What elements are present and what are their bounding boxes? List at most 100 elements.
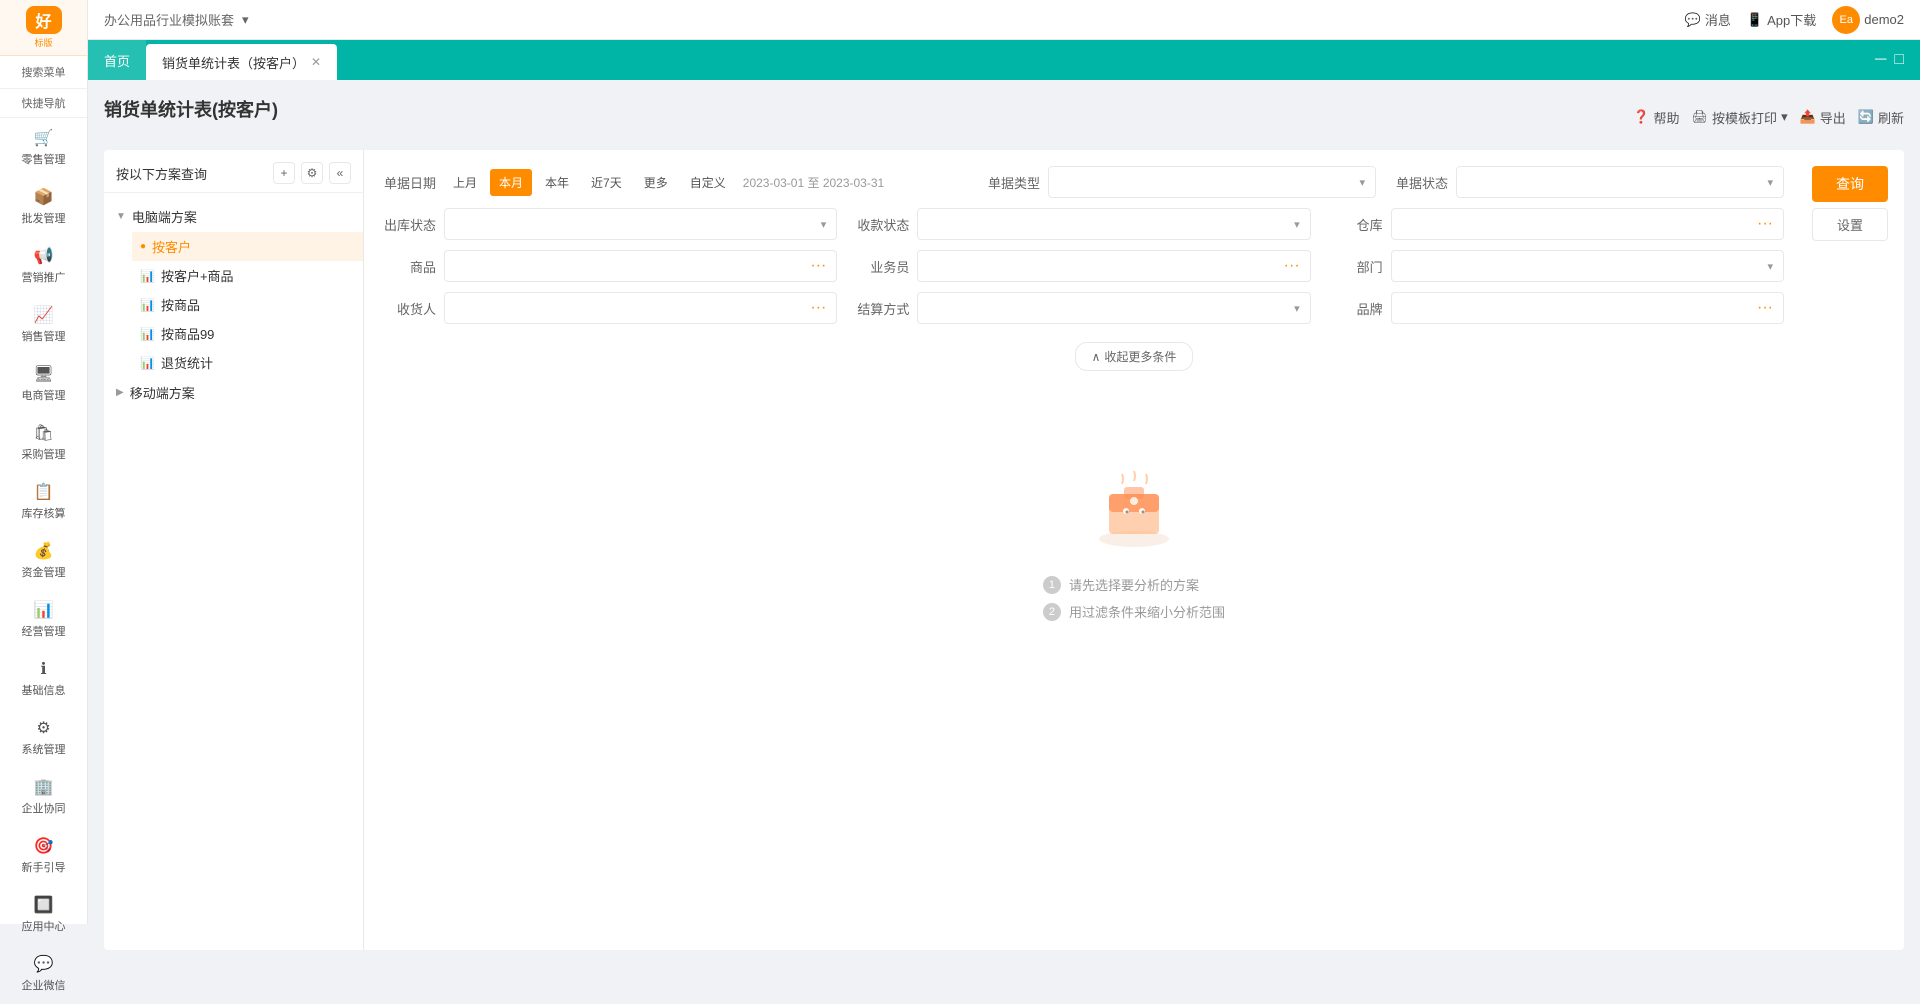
date-controls: 上月 本月 本年 近7天 更多 自定义 2023-03-01 至 2023-03… [444,169,968,196]
help-btn[interactable]: ❓ 帮助 [1633,108,1679,127]
tree-node-desktop[interactable]: ▼ 电脑端方案 [104,201,363,232]
department-select[interactable]: ▾ [1391,250,1784,282]
sidebar-item-finance[interactable]: 💰资金管理 [18,531,70,590]
filters-container: 单据日期 上月 本月 本年 近7天 更多 自定义 2023-03-01 至 20… [380,166,1784,334]
purchase-label: 采购管理 [22,446,66,462]
export-icon: 📤 [1800,109,1816,125]
logo-icon: 好 [26,6,62,34]
scheme-by-goods-99[interactable]: 📊 按商品99 [132,319,363,348]
warehouse-select[interactable]: ··· [1391,208,1784,240]
sidebar-item-enterprise[interactable]: 🏢企业协同 [18,767,70,826]
scheme-by-goods[interactable]: 📊 按商品 [132,290,363,319]
ecommerce-label: 电商管理 [22,387,66,403]
marketing-icon: 📢 [34,246,54,266]
brand-ellipsis[interactable]: ··· [1757,299,1773,317]
tabbar: 首页 销货单统计表（按客户） ✕ ─ □ [88,40,1920,80]
tab-sales-stat[interactable]: 销货单统计表（按客户） ✕ [146,44,337,80]
app-download-label: App下载 [1767,10,1816,29]
header-right: 💬 消息 📱 App下载 Ea demo2 [1685,6,1904,34]
scheme-by-customer[interactable]: ● 按客户 [132,232,363,261]
system-icon: ⚙ [36,718,50,738]
add-scheme-btn[interactable]: + [273,162,295,184]
sidebar-item-inventory[interactable]: 📋库存核算 [18,472,70,531]
user-menu[interactable]: Ea demo2 [1832,6,1904,34]
salesperson-select[interactable]: ··· [917,250,1310,282]
sidebar-item-sales[interactable]: 📈销售管理 [18,295,70,354]
doc-type-select[interactable]: ▾ [1048,166,1376,198]
sidebar-item-wholesale[interactable]: 📦批发管理 [18,177,70,236]
date-btn-last-month[interactable]: 上月 [444,169,486,196]
scheme-by-customer-label: 按客户 [152,237,191,256]
salesperson-ellipsis[interactable]: ··· [1284,257,1300,275]
basic-icon: ℹ [40,659,46,679]
tab-home[interactable]: 首页 [88,40,146,80]
goods-select[interactable]: ··· [444,250,837,282]
minimize-btn[interactable]: ─ [1875,51,1886,69]
refresh-label: 刷新 [1878,108,1904,127]
edit-scheme-btn[interactable]: ⚙ [301,162,323,184]
quick-nav[interactable]: 快捷导航 [0,89,87,118]
doc-status-label: 单据状态 [1392,173,1448,192]
main-content: 销货单统计表(按客户) ❓ 帮助 🖨 按模板打印 ▾ 📤 导出 🔄 刷新 [88,80,1920,966]
sidebar-item-retail[interactable]: 🛒零售管理 [18,118,70,177]
app-download-btn[interactable]: 📱 App下载 [1747,10,1816,29]
desktop-section-label: 电脑端方案 [132,207,197,226]
system-label: 系统管理 [22,741,66,757]
header-dropdown-arrow[interactable]: ▾ [242,12,249,28]
filter-consignee: 收货人 ··· [380,292,837,324]
doc-status-arrow: ▾ [1767,176,1773,189]
filter-row-3: 商品 ··· 业务员 ··· [380,250,1784,282]
warehouse-ellipsis[interactable]: ··· [1757,215,1773,233]
finance-icon: 💰 [34,541,54,561]
sidebar-item-operations[interactable]: 📊经营管理 [18,590,70,649]
sidebar-item-purchase[interactable]: 🛍采购管理 [18,413,70,472]
settlement-select[interactable]: ▾ [917,292,1310,324]
search-menu[interactable]: 搜索菜单 [0,56,87,89]
message-btn[interactable]: 💬 消息 [1685,10,1731,29]
out-status-select[interactable]: ▾ [444,208,837,240]
tab-actions: ─ □ [1875,51,1920,69]
brand-select[interactable]: ··· [1391,292,1784,324]
user-avatar: Ea [1832,6,1860,34]
receipt-status-select[interactable]: ▾ [917,208,1310,240]
tree-node-mobile[interactable]: ▶ 移动端方案 [104,377,363,408]
settings-btn[interactable]: 设置 [1812,208,1888,241]
scheme-return-stat[interactable]: 📊 退货统计 [132,348,363,377]
query-btn[interactable]: 查询 [1812,166,1888,202]
date-btn-this-month[interactable]: 本月 [490,169,532,196]
empty-step-2: 2 用过滤条件来缩小分析范围 [1043,602,1225,621]
doc-status-select[interactable]: ▾ [1456,166,1784,198]
print-btn[interactable]: 🖨 按模板打印 ▾ [1692,108,1788,127]
date-btn-last-7[interactable]: 近7天 [582,169,631,196]
sidebar-item-marketing[interactable]: 📢 营销推广 [18,236,70,295]
export-btn[interactable]: 📤 导出 [1800,108,1846,127]
sidebar-item-basic[interactable]: ℹ基础信息 [18,649,70,708]
apps-icon: 🔲 [34,895,54,915]
left-panel: 按以下方案查询 + ⚙ « ▼ 电脑端方案 ● 按客户 [104,150,364,950]
tab-close-icon[interactable]: ✕ [311,55,321,69]
left-panel-header: 按以下方案查询 + ⚙ « [104,162,363,193]
brand-label: 品牌 [1327,299,1383,318]
date-btn-this-year[interactable]: 本年 [536,169,578,196]
help-label: 帮助 [1654,108,1680,127]
date-btn-custom[interactable]: 自定义 [681,169,735,196]
sidebar-item-guide[interactable]: 🎯新手引导 [18,826,70,885]
filter-row-1: 单据日期 上月 本月 本年 近7天 更多 自定义 2023-03-01 至 20… [380,166,1784,198]
goods-ellipsis[interactable]: ··· [810,257,826,275]
collapse-panel-btn[interactable]: « [329,162,351,184]
marketing-label: 营销推广 [22,269,66,285]
refresh-btn[interactable]: 🔄 刷新 [1858,108,1904,127]
tree-section: ▼ 电脑端方案 ● 按客户 📊 按客户+商品 📊 按商品 [104,193,363,416]
sidebar-item-ecommerce[interactable]: 🖥电商管理 [18,354,70,413]
date-btn-more[interactable]: 更多 [635,169,677,196]
username: demo2 [1864,12,1904,27]
collapse-btn[interactable]: ∧ 收起更多条件 [1075,342,1194,371]
consignee-select[interactable]: ··· [444,292,837,324]
sidebar-item-system[interactable]: ⚙ 系统管理 [18,708,70,767]
consignee-ellipsis[interactable]: ··· [810,299,826,317]
settlement-label: 结算方式 [853,299,909,318]
out-status-arrow: ▾ [821,218,827,231]
maximize-btn[interactable]: □ [1894,51,1904,69]
expand-icon: ▼ [116,211,126,222]
scheme-by-customer-goods[interactable]: 📊 按客户+商品 [132,261,363,290]
